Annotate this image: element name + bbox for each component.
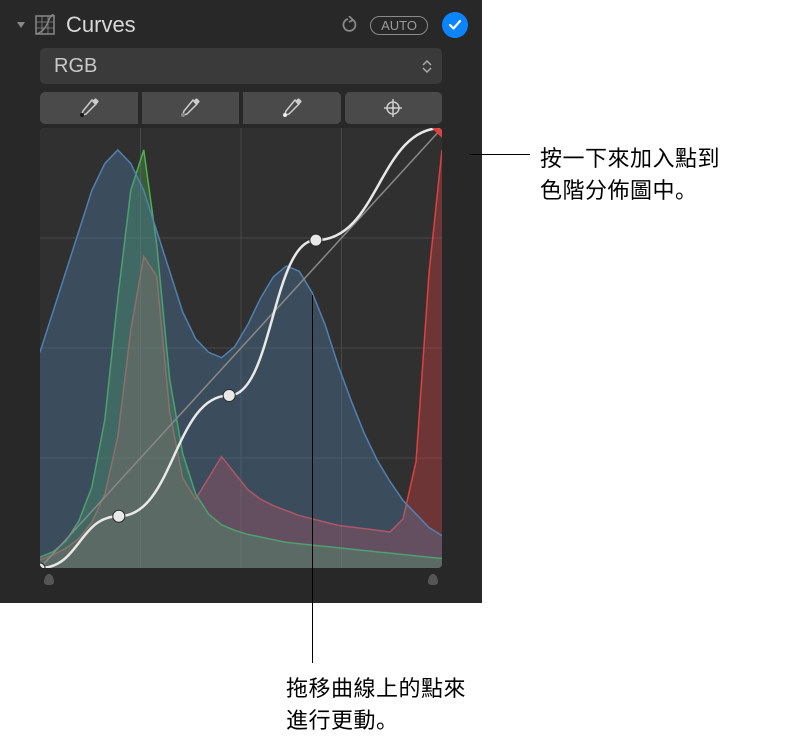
add-point-button[interactable] bbox=[345, 92, 443, 124]
eyedropper-black-button[interactable] bbox=[40, 92, 138, 124]
histogram-area bbox=[40, 128, 442, 591]
tool-row bbox=[0, 92, 482, 128]
auto-button[interactable]: AUTO bbox=[370, 16, 428, 35]
curves-icon bbox=[34, 14, 56, 36]
eyedropper-white-button[interactable] bbox=[243, 92, 341, 124]
callout-drag-point: 拖移曲線上的點來 進行更動。 bbox=[286, 673, 466, 737]
callout-text: 色階分佈圖中。 bbox=[540, 175, 720, 207]
white-point-handle[interactable] bbox=[426, 572, 440, 591]
curves-histogram[interactable] bbox=[40, 128, 442, 568]
panel-header: Curves AUTO bbox=[0, 12, 482, 48]
enable-checkmark-button[interactable] bbox=[442, 12, 468, 38]
channel-select[interactable]: RGB bbox=[40, 48, 442, 84]
curve-point[interactable] bbox=[223, 389, 235, 401]
panel-title: Curves bbox=[66, 12, 330, 38]
black-white-handles bbox=[40, 568, 442, 591]
callout-line bbox=[312, 295, 313, 663]
curve-point[interactable] bbox=[310, 234, 322, 246]
callout-text: 按一下來加入點到 bbox=[540, 143, 720, 175]
channel-select-label: RGB bbox=[54, 55, 97, 78]
curves-panel: Curves AUTO RGB bbox=[0, 0, 482, 603]
callout-text: 拖移曲線上的點來 bbox=[286, 673, 466, 705]
stepper-arrows-icon bbox=[422, 60, 432, 73]
eyedropper-gray-button[interactable] bbox=[142, 92, 240, 124]
channel-row: RGB bbox=[0, 48, 482, 92]
curve-point[interactable] bbox=[113, 510, 125, 522]
disclosure-triangle-icon[interactable] bbox=[14, 18, 28, 32]
callout-text: 進行更動。 bbox=[286, 705, 466, 737]
callout-line bbox=[470, 154, 530, 155]
black-point-handle[interactable] bbox=[42, 572, 56, 591]
reset-button[interactable] bbox=[336, 13, 360, 37]
callout-add-point: 按一下來加入點到 色階分佈圖中。 bbox=[540, 143, 720, 207]
